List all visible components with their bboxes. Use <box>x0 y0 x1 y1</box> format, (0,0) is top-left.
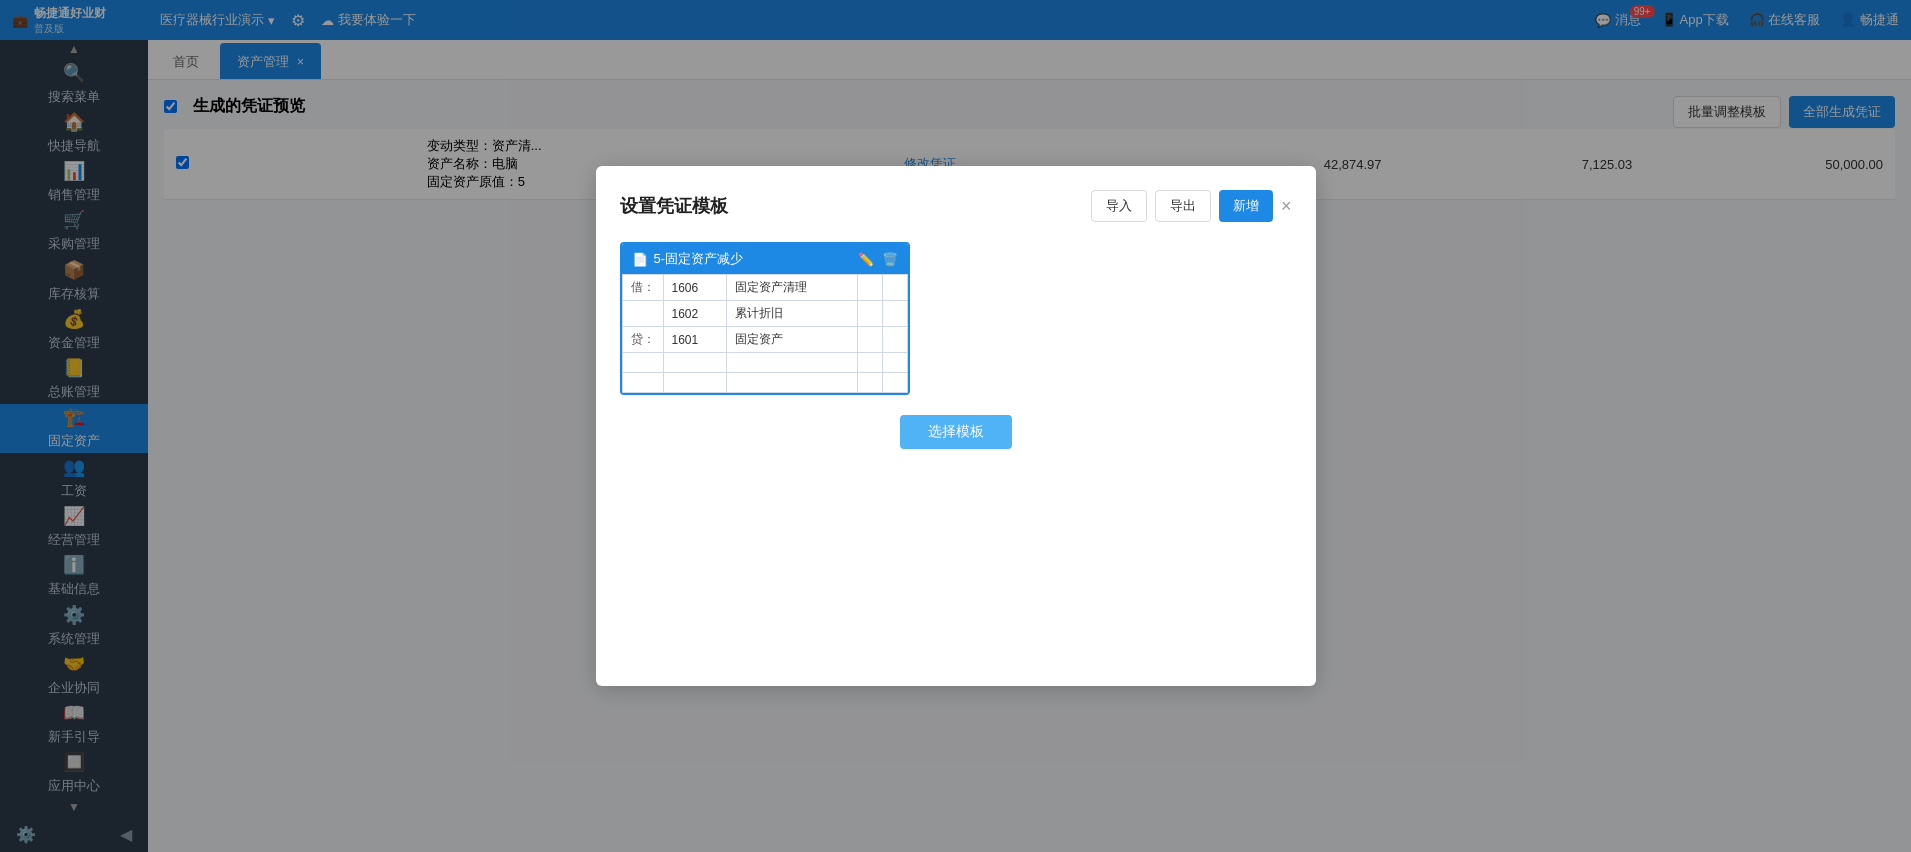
entry-subject-2: 累计折旧 <box>727 301 857 327</box>
template-doc-icon: 📄 <box>632 252 648 267</box>
template-entry-row-empty-2 <box>622 373 907 393</box>
entry-code-2: 1602 <box>663 301 727 327</box>
template-id-name: 5-固定资产减少 <box>654 250 744 268</box>
modal-title: 设置凭证模板 <box>620 194 728 218</box>
template-entries-table: 借： 1606 固定资产清理 1602 累计折旧 <box>622 274 908 393</box>
template-entry-row-empty-1 <box>622 353 907 373</box>
empty-cell-3 <box>727 353 857 373</box>
template-header-icons: ✏️ 🗑️ <box>858 252 898 267</box>
template-card-header: 📄 5-固定资产减少 ✏️ 🗑️ <box>622 244 908 274</box>
entry-amount-3 <box>857 327 882 353</box>
entry-code-1: 1606 <box>663 275 727 301</box>
empty-cell-1 <box>622 353 663 373</box>
empty-cell-8 <box>727 373 857 393</box>
modal-header: 设置凭证模板 导入 导出 新增 × <box>620 190 1292 222</box>
template-card-fixed-asset-decrease[interactable]: 📄 5-固定资产减少 ✏️ 🗑️ 借： 1606 <box>620 242 910 395</box>
modal-close-button[interactable]: × <box>1281 196 1292 217</box>
delete-icon[interactable]: 🗑️ <box>882 252 898 267</box>
template-entry-row-2: 1602 累计折旧 <box>622 301 907 327</box>
template-header-left: 📄 5-固定资产减少 <box>632 250 744 268</box>
modal-overlay: 设置凭证模板 导入 导出 新增 × 📄 5-固定资产减少 <box>0 0 1911 852</box>
modal-header-right: 导入 导出 新增 × <box>1091 190 1292 222</box>
entry-code-3: 1601 <box>663 327 727 353</box>
empty-cell-4 <box>857 353 882 373</box>
template-entry-row-1: 借： 1606 固定资产清理 <box>622 275 907 301</box>
empty-cell-9 <box>857 373 882 393</box>
entry-subject-3: 固定资产 <box>727 327 857 353</box>
set-voucher-template-modal: 设置凭证模板 导入 导出 新增 × 📄 5-固定资产减少 <box>596 166 1316 686</box>
export-button[interactable]: 导出 <box>1155 190 1211 222</box>
entry-amount-2 <box>857 301 882 327</box>
modal-actions: 导入 导出 新增 <box>1091 190 1273 222</box>
entry-extra-3 <box>882 327 907 353</box>
import-button[interactable]: 导入 <box>1091 190 1147 222</box>
empty-cell-2 <box>663 353 727 373</box>
entry-amount-1 <box>857 275 882 301</box>
template-entry-row-3: 贷： 1601 固定资产 <box>622 327 907 353</box>
template-card-body: 借： 1606 固定资产清理 1602 累计折旧 <box>622 274 908 393</box>
entry-type-2 <box>622 301 663 327</box>
entry-type-1: 借： <box>622 275 663 301</box>
entry-extra-1 <box>882 275 907 301</box>
empty-cell-6 <box>622 373 663 393</box>
template-grid: 📄 5-固定资产减少 ✏️ 🗑️ 借： 1606 <box>620 242 1292 395</box>
select-template-button[interactable]: 选择模板 <box>900 415 1012 449</box>
new-button[interactable]: 新增 <box>1219 190 1273 222</box>
edit-icon[interactable]: ✏️ <box>858 252 874 267</box>
empty-cell-5 <box>882 353 907 373</box>
entry-type-3: 贷： <box>622 327 663 353</box>
empty-cell-7 <box>663 373 727 393</box>
empty-cell-10 <box>882 373 907 393</box>
entry-subject-1: 固定资产清理 <box>727 275 857 301</box>
entry-extra-2 <box>882 301 907 327</box>
